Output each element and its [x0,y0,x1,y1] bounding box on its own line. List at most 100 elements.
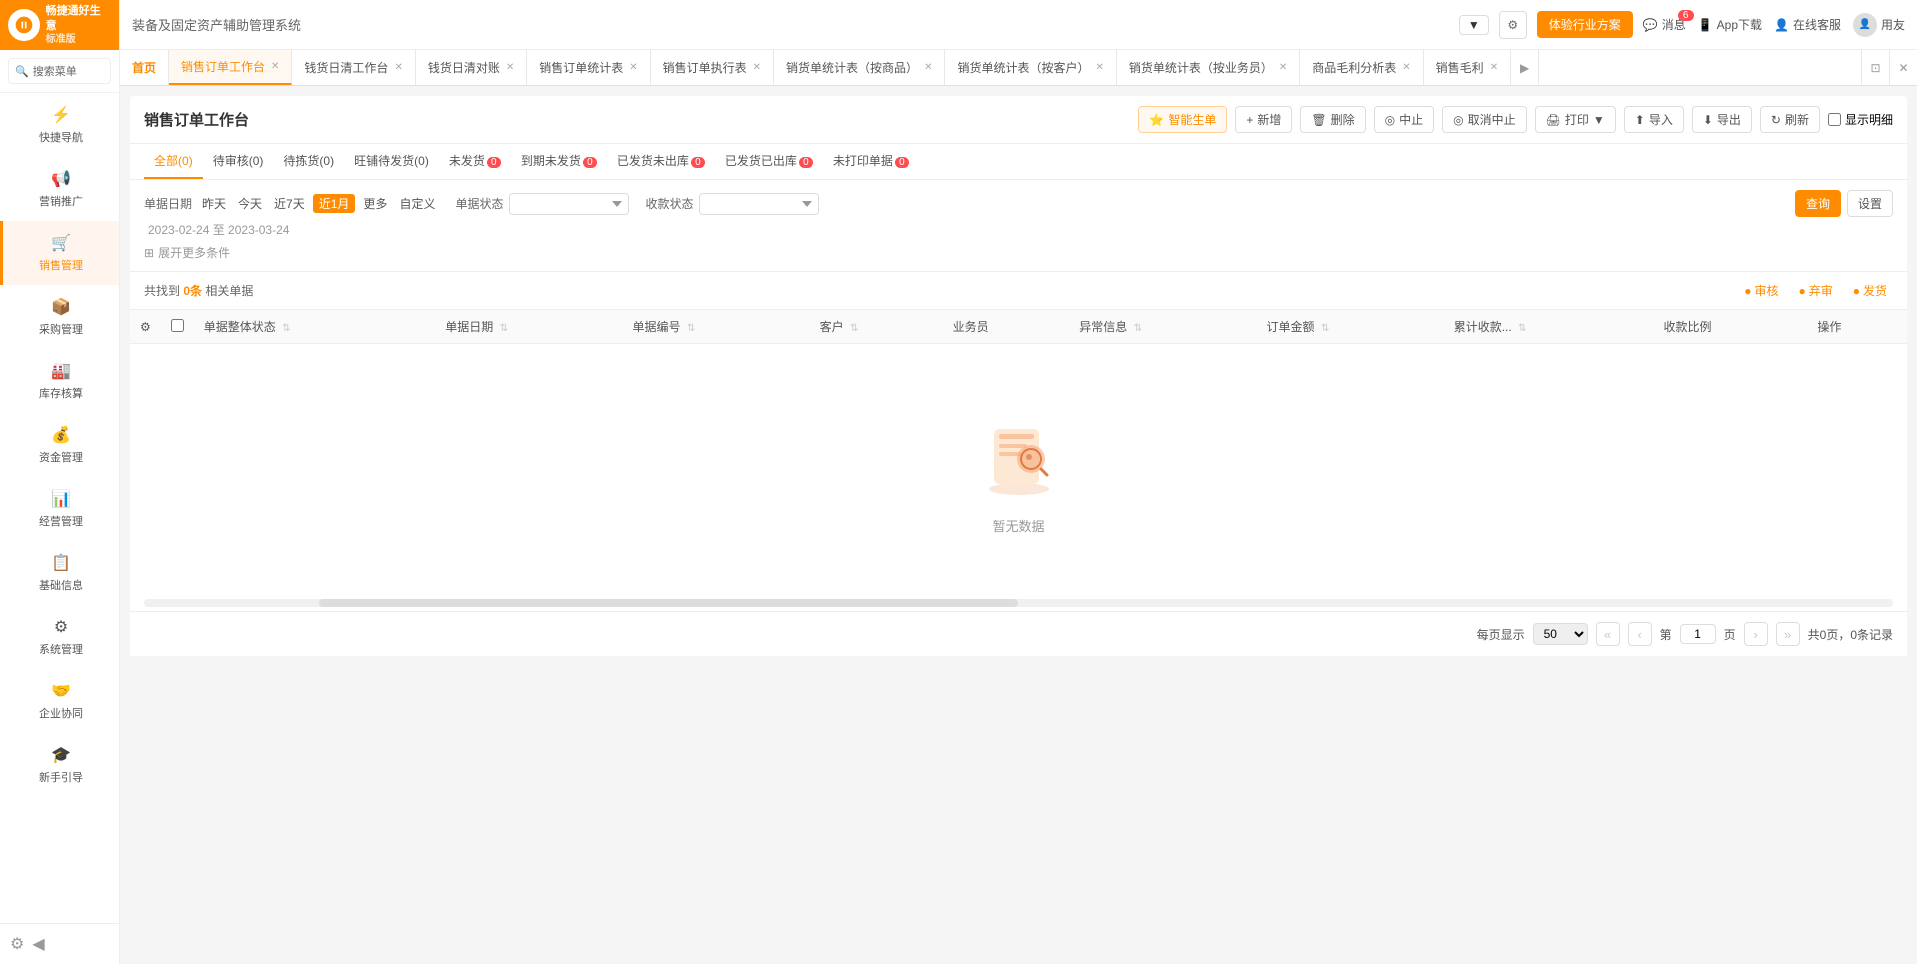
date-custom[interactable]: 自定义 [395,194,439,213]
close-tab-sales-exec[interactable]: ✕ [753,62,761,73]
empty-icon [969,404,1069,504]
tab-cash-reconcile[interactable]: 钱货日清对账 ✕ [416,50,527,85]
tab-gross-margin[interactable]: 商品毛利分析表 ✕ [1300,50,1423,85]
import-button[interactable]: ⬆ 导入 [1624,106,1684,133]
sidebar-collapse-button[interactable]: ◀ [32,934,44,954]
sub-tab-overdue-not-shipped[interactable]: 到期未发货0 [511,144,607,179]
sidebar-item-finance[interactable]: 💰 资金管理 [0,413,119,477]
date-7days[interactable]: 近7天 [270,194,309,213]
marketing-icon: 📢 [51,169,71,189]
settings-filter-button[interactable]: 设置 [1847,190,1893,217]
date-more[interactable]: 更多 [359,194,391,213]
sub-tab-pending-review[interactable]: 待审核(0) [203,144,274,179]
tab-summary-customer[interactable]: 销货单统计表（按客户） ✕ [945,50,1116,85]
service-icon: 👤 [1774,18,1789,32]
industry-solution-button[interactable]: 体验行业方案 [1537,11,1633,38]
date-1month[interactable]: 近1月 [313,194,356,213]
sub-tab-not-printed[interactable]: 未打印单据0 [823,144,919,179]
receipt-select[interactable] [699,193,819,215]
system-dropdown-button[interactable]: ▼ [1459,15,1489,35]
sidebar-item-guide[interactable]: 🎓 新手引导 [0,733,119,797]
print-button[interactable]: 🖨 打印 ▼ [1535,106,1616,133]
refresh-icon: ↻ [1771,113,1781,127]
close-tab-cash-reconcile[interactable]: ✕ [506,62,514,73]
expand-filter-button[interactable]: ⊞ 展开更多条件 [144,244,1893,261]
tab-sales-stats[interactable]: 销售订单统计表 ✕ [527,50,650,85]
tabs-bar: 首页 销售订单工作台 ✕ 钱货日清工作台 ✕ 钱货日清对账 ✕ 销售订单统计表 … [120,50,1917,86]
next-page-button[interactable]: › [1744,622,1768,646]
tab-summary-staff[interactable]: 销货单统计表（按业务员） ✕ [1117,50,1300,85]
sidebar-item-cooperation[interactable]: 🤝 企业协同 [0,669,119,733]
date-yesterday[interactable]: 昨天 [198,194,230,213]
close-tab-summary-product[interactable]: ✕ [924,62,932,73]
per-page-select[interactable]: 20 50 100 [1533,623,1588,645]
add-button[interactable]: + 新增 [1235,106,1292,133]
page-number-input[interactable] [1680,624,1716,644]
tab-sales-profit[interactable]: 销售毛利 ✕ [1424,50,1511,85]
sub-tab-all[interactable]: 全部(0) [144,144,203,179]
delete-button[interactable]: 🗑 删除 [1300,106,1365,133]
sidebar-item-quick-nav[interactable]: ⚡ 快捷导航 [0,93,119,157]
stop-icon: ◎ [1385,113,1395,127]
date-today[interactable]: 今天 [234,194,266,213]
audit-button[interactable]: ● 审核 [1738,280,1784,301]
show-detail-checkbox-label[interactable]: 显示明细 [1828,111,1893,128]
close-tab-sales-stats[interactable]: ✕ [629,62,637,73]
topbar-settings-button[interactable]: ⚙ [1499,11,1527,39]
tab-summary-product[interactable]: 销货单统计表（按商品） ✕ [774,50,945,85]
sidebar-item-marketing[interactable]: 📢 营销推广 [0,157,119,221]
app-download-button[interactable]: 📱 App下载 [1698,16,1762,33]
sub-tab-wangpu[interactable]: 旺铺待发货(0) [344,144,439,179]
search-menu-button[interactable]: 🔍 搜索菜单 [8,58,111,84]
tab-restore-button[interactable]: ⊡ [1861,50,1889,86]
sidebar-item-basic-info[interactable]: 📋 基础信息 [0,541,119,605]
revoke-button[interactable]: ● 弃审 [1792,280,1838,301]
table-toolbar-actions: ● 审核 ● 弃审 ● 发货 [1738,280,1893,301]
export-button[interactable]: ⬇ 导出 [1692,106,1752,133]
tab-cash-daily[interactable]: 钱货日清工作台 ✕ [292,50,415,85]
empty-text: 暂无数据 [992,516,1044,535]
select-all-checkbox[interactable] [171,319,184,332]
message-button[interactable]: 💬 消息 6 [1643,16,1686,33]
horizontal-scrollbar[interactable] [130,595,1907,611]
overdue-not-shipped-badge: 0 [583,157,597,168]
close-tab-summary-staff[interactable]: ✕ [1279,62,1287,73]
sidebar-item-system[interactable]: ⚙ 系统管理 [0,605,119,669]
sidebar-settings-button[interactable]: ⚙ [10,934,24,954]
sidebar-search-area[interactable]: 🔍 搜索菜单 [0,50,119,93]
last-page-button[interactable]: » [1776,622,1800,646]
user-menu-button[interactable]: 👤 用友 [1853,13,1905,37]
close-tab-sales-profit[interactable]: ✕ [1490,62,1498,73]
online-service-button[interactable]: 👤 在线客服 [1774,16,1841,33]
tab-sales-workbench[interactable]: 销售订单工作台 ✕ [169,50,292,85]
smart-create-button[interactable]: ⭐ 智能生单 [1138,106,1227,133]
close-tab-cash-daily[interactable]: ✕ [394,62,402,73]
first-page-button[interactable]: « [1596,622,1620,646]
sub-tab-shipped-not-warehoused[interactable]: 已发货未出库0 [607,144,715,179]
search-button[interactable]: 查询 [1795,190,1841,217]
prev-page-button[interactable]: ‹ [1628,622,1652,646]
close-tab-summary-customer[interactable]: ✕ [1095,62,1103,73]
sidebar-item-purchase[interactable]: 📦 采购管理 [0,285,119,349]
sidebar-item-sales[interactable]: 🛒 销售管理 [0,221,119,285]
close-tab-gross-margin[interactable]: ✕ [1402,62,1410,73]
show-detail-checkbox[interactable] [1828,113,1841,126]
refresh-button[interactable]: ↻ 刷新 [1760,106,1820,133]
sidebar-item-operations[interactable]: 📊 经营管理 [0,477,119,541]
stop-button[interactable]: ◎ 中止 [1374,106,1435,133]
ship-button[interactable]: ● 发货 [1847,280,1893,301]
sub-tab-not-shipped[interactable]: 未发货0 [439,144,511,179]
scrollbar-thumb[interactable] [319,599,1019,607]
tab-home[interactable]: 首页 [120,50,169,85]
tab-close-all-button[interactable]: ✕ [1889,50,1917,86]
tab-sales-exec[interactable]: 销售订单执行表 ✕ [651,50,774,85]
status-select[interactable] [509,193,629,215]
sort-amount-icon: ⇅ [1321,323,1329,334]
sidebar-item-inventory[interactable]: 🏭 库存核算 [0,349,119,413]
sub-tab-shipped-warehoused[interactable]: 已发货已出库0 [715,144,823,179]
cancel-stop-button[interactable]: ◎ 取消中止 [1442,106,1527,133]
close-tab-sales-workbench[interactable]: ✕ [271,61,279,72]
date-range-display: 2023-02-24 至 2023-03-24 [148,221,289,238]
sub-tab-pending-pickup[interactable]: 待拣货(0) [273,144,344,179]
tabs-more-button[interactable]: ▶ [1511,50,1539,85]
